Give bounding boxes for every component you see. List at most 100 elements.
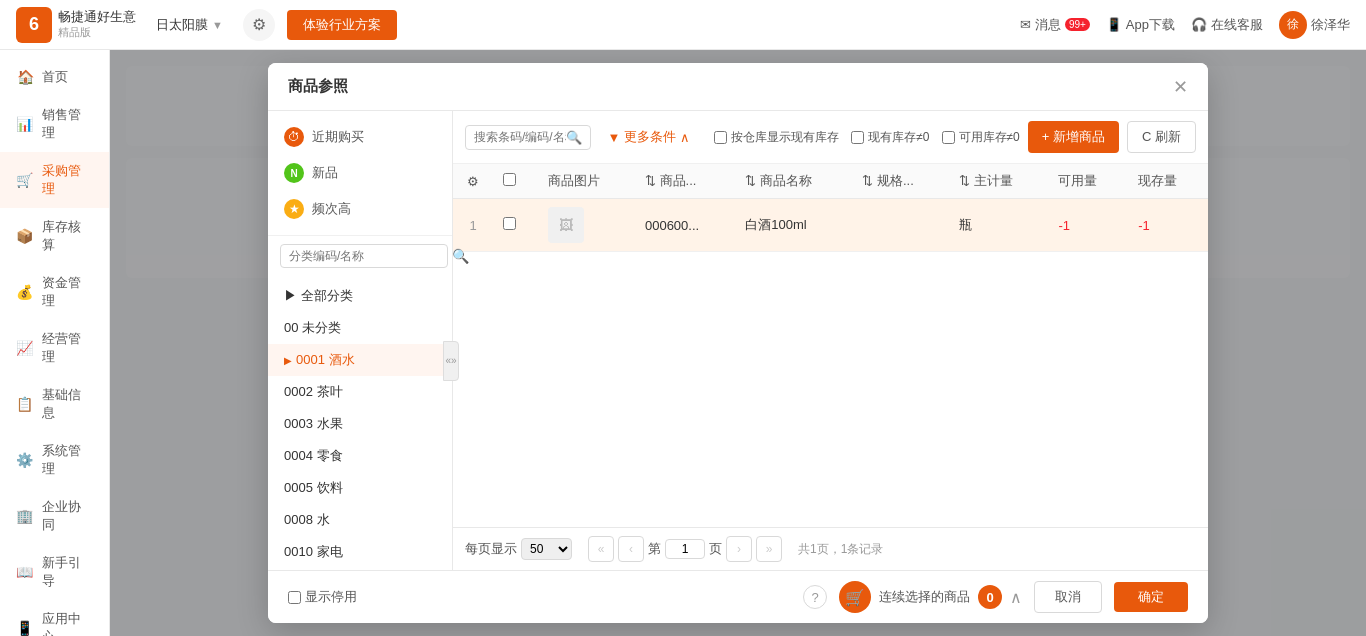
- message-icon: ✉: [1020, 17, 1031, 32]
- page-nav-area: « ‹ 第 页 › »: [588, 536, 782, 562]
- check-warehouse-label[interactable]: 按仓库显示现有库存: [714, 129, 839, 146]
- headset-icon: 🎧: [1191, 17, 1207, 32]
- row-code: 000600...: [635, 199, 735, 252]
- action-buttons: + 新增商品 C 刷新: [1028, 121, 1196, 153]
- avatar: 徐: [1279, 11, 1307, 39]
- quick-freq[interactable]: ★ 频次高: [268, 191, 452, 227]
- collapse-panel-button[interactable]: «»: [443, 341, 459, 381]
- check-available-label[interactable]: 可用库存≠0: [942, 129, 1020, 146]
- purchase-icon: 🛒: [16, 171, 34, 189]
- sidebar-item-finance[interactable]: 💰 资金管理: [0, 264, 109, 320]
- page-input-area: 第 页: [648, 539, 722, 559]
- product-table-wrap: ⚙ 商品图片 ⇅ 商品... ⇅ 商品名称 ⇅ 规格... ⇅ 主计量 可用量: [453, 164, 1208, 527]
- category-search-icon[interactable]: 🔍: [452, 248, 469, 264]
- cat-item-0004[interactable]: 0004 零食: [268, 440, 452, 472]
- pagination-bar: 每页显示 50 100 200 « ‹: [453, 527, 1208, 570]
- sidebar-item-home[interactable]: 🏠 首页: [0, 58, 109, 96]
- right-panel: 🔍 ▼ 更多条件 ∧ 按仓库显示现有库存: [453, 111, 1208, 570]
- page-size-select[interactable]: 50 100 200: [521, 538, 572, 560]
- cat-item-0002[interactable]: 0002 茶叶: [268, 376, 452, 408]
- col-unit[interactable]: ⇅ 主计量: [949, 164, 1049, 199]
- cat-item-00[interactable]: 00 未分类: [268, 312, 452, 344]
- quick-recent[interactable]: ⏱ 近期购买: [268, 119, 452, 155]
- freq-icon: ★: [284, 199, 304, 219]
- guide-icon: 📖: [16, 563, 34, 581]
- cat-item-0008[interactable]: 0008 水: [268, 504, 452, 536]
- sidebar-item-system[interactable]: ⚙️ 系统管理: [0, 432, 109, 488]
- help-button[interactable]: ?: [803, 585, 827, 609]
- experience-button[interactable]: 体验行业方案: [287, 10, 397, 40]
- modal-footer: 显示停用 ? 🛒 连续选择的商品 0 ∧ 取消 确定: [268, 570, 1208, 623]
- sidebar-item-purchase[interactable]: 🛒 采购管理: [0, 152, 109, 208]
- base-icon: 📋: [16, 395, 34, 413]
- col-name[interactable]: ⇅ 商品名称: [735, 164, 852, 199]
- display-disabled-checkbox[interactable]: [288, 591, 301, 604]
- row-checkbox[interactable]: [493, 199, 538, 252]
- logo-text: 畅捷通好生意: [58, 9, 136, 26]
- quick-new[interactable]: N 新品: [268, 155, 452, 191]
- first-page-button[interactable]: «: [588, 536, 614, 562]
- add-product-button[interactable]: + 新增商品: [1028, 121, 1119, 153]
- message-item[interactable]: ✉ 消息 99+: [1020, 16, 1090, 34]
- select-all-checkbox[interactable]: [503, 173, 516, 186]
- more-filter-button[interactable]: ▼ 更多条件 ∧: [599, 124, 698, 150]
- row-select-checkbox[interactable]: [503, 217, 516, 230]
- modal-close-button[interactable]: ✕: [1173, 78, 1188, 96]
- category-search-input[interactable]: [280, 244, 448, 268]
- col-code[interactable]: ⇅ 商品...: [635, 164, 735, 199]
- sidebar-item-inventory[interactable]: 📦 库存核算: [0, 208, 109, 264]
- user-area[interactable]: 徐 徐泽华: [1279, 11, 1350, 39]
- logo-icon: 6: [16, 7, 52, 43]
- sidebar-item-appstore[interactable]: 📱 应用中心: [0, 600, 109, 636]
- sidebar-item-enterprise[interactable]: 🏢 企业协同: [0, 488, 109, 544]
- collapse-cart-button[interactable]: ∧: [1010, 588, 1022, 607]
- next-page-button[interactable]: ›: [726, 536, 752, 562]
- sidebar-item-guide[interactable]: 📖 新手引导: [0, 544, 109, 600]
- cat-arrow-icon: ▶: [284, 355, 292, 366]
- row-unit: 瓶: [949, 199, 1049, 252]
- modal-body: ⏱ 近期购买 N 新品 ★ 频次高: [268, 111, 1208, 570]
- quick-access: ⏱ 近期购买 N 新品 ★ 频次高: [268, 111, 452, 236]
- product-search-wrap: 🔍: [465, 125, 591, 150]
- cat-item-0010[interactable]: 0010 家电: [268, 536, 452, 568]
- cat-item-0005[interactable]: 0005 饮料: [268, 472, 452, 504]
- system-icon: ⚙️: [16, 451, 34, 469]
- table-row[interactable]: 1 🖼 000600... 白酒100ml: [453, 199, 1208, 252]
- product-search-input[interactable]: [474, 130, 566, 144]
- mobile-icon: 📱: [1106, 17, 1122, 32]
- left-panel: ⏱ 近期购买 N 新品 ★ 频次高: [268, 111, 453, 570]
- product-reference-modal: 商品参照 ✕ ⏱ 近期购买 N: [268, 63, 1208, 623]
- settings-button[interactable]: ⚙: [243, 9, 275, 41]
- sidebar-item-base[interactable]: 📋 基础信息: [0, 376, 109, 432]
- check-warehouse-input[interactable]: [714, 131, 727, 144]
- cat-item-all[interactable]: ▶ 全部分类: [268, 280, 452, 312]
- cart-icon[interactable]: 🛒: [839, 581, 871, 613]
- display-disabled-label[interactable]: 显示停用: [288, 588, 357, 606]
- confirm-button[interactable]: 确定: [1114, 582, 1188, 612]
- check-existing-label[interactable]: 现有库存≠0: [851, 129, 929, 146]
- total-info: 共1页，1条记录: [798, 541, 883, 558]
- product-table: ⚙ 商品图片 ⇅ 商品... ⇅ 商品名称 ⇅ 规格... ⇅ 主计量 可用量: [453, 164, 1208, 252]
- cat-item-0003[interactable]: 0003 水果: [268, 408, 452, 440]
- modal-title: 商品参照: [288, 77, 348, 96]
- check-existing-input[interactable]: [851, 131, 864, 144]
- refresh-button[interactable]: C 刷新: [1127, 121, 1196, 153]
- col-settings[interactable]: ⚙: [453, 164, 493, 199]
- last-page-button[interactable]: »: [756, 536, 782, 562]
- category-search-area: 🔍: [268, 236, 452, 276]
- page-number-input[interactable]: [665, 539, 705, 559]
- app-download-item[interactable]: 📱 App下载: [1106, 16, 1175, 34]
- cat-item-0001[interactable]: ▶ 0001 酒水: [268, 344, 452, 376]
- branch-selector[interactable]: 日太阳膜 ▼: [148, 12, 231, 38]
- category-list: ▶ 全部分类 00 未分类 ▶ 0001 酒水 0002 茶叶: [268, 276, 452, 570]
- cancel-button[interactable]: 取消: [1034, 581, 1102, 613]
- col-checkbox: [493, 164, 538, 199]
- sidebar-item-sales[interactable]: 📊 销售管理: [0, 96, 109, 152]
- check-available-input[interactable]: [942, 131, 955, 144]
- sidebar-item-business[interactable]: 📈 经营管理: [0, 320, 109, 376]
- col-spec[interactable]: ⇅ 规格...: [852, 164, 949, 199]
- enterprise-icon: 🏢: [16, 507, 34, 525]
- row-available: -1: [1048, 199, 1128, 252]
- prev-page-button[interactable]: ‹: [618, 536, 644, 562]
- online-service-item[interactable]: 🎧 在线客服: [1191, 16, 1263, 34]
